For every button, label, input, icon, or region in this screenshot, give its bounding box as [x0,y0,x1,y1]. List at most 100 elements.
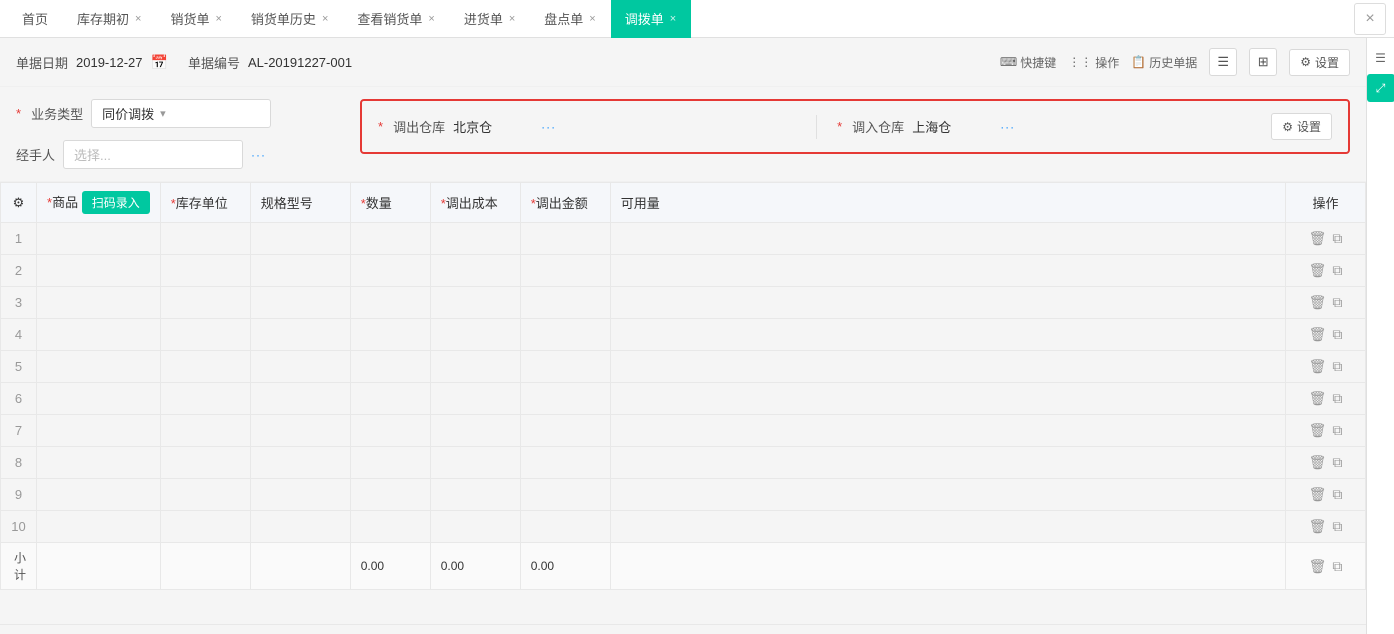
cost-cell[interactable] [430,415,520,447]
spec-cell[interactable] [250,319,350,351]
product-cell[interactable] [37,415,161,447]
copy-row-button[interactable]: ⧉ [1332,230,1342,246]
cost-cell[interactable] [430,319,520,351]
scan-button[interactable]: 扫码录入 [82,191,150,214]
horizontal-scrollbar[interactable] [0,624,1366,634]
unit-cell[interactable] [160,543,250,590]
amount-cell[interactable] [520,255,610,287]
amount-cell[interactable] [520,383,610,415]
product-cell[interactable] [37,511,161,543]
tab-close-sales-history[interactable]: × [322,13,328,25]
amount-cell[interactable] [520,511,610,543]
spec-cell[interactable] [250,287,350,319]
delete-row-button[interactable]: 🗑 [1309,558,1327,574]
tab-purchase-order[interactable]: 进货单 × [450,0,530,38]
cost-cell[interactable] [430,383,520,415]
history-action[interactable]: 📋 历史单据 [1131,54,1197,71]
unit-cell[interactable] [160,383,250,415]
delete-row-button[interactable]: 🗑 [1309,518,1327,534]
unit-cell[interactable] [160,351,250,383]
unit-cell[interactable] [160,511,250,543]
delete-row-button[interactable]: 🗑 [1309,422,1327,438]
qty-cell[interactable] [350,447,430,479]
delete-row-button[interactable]: 🗑 [1309,326,1327,342]
spec-cell[interactable] [250,447,350,479]
handler-select[interactable]: 选择... [63,140,243,169]
out-warehouse-more-icon[interactable]: ··· [541,120,556,134]
tab-inventory-init[interactable]: 库存期初 × [63,0,156,38]
qty-cell[interactable] [350,287,430,319]
tab-close-stocktake[interactable]: × [589,13,595,25]
product-cell[interactable] [37,223,161,255]
copy-row-button[interactable]: ⧉ [1332,294,1342,310]
tab-close-view-sales[interactable]: × [428,13,434,25]
copy-row-button[interactable]: ⧉ [1332,422,1342,438]
product-cell[interactable] [37,479,161,511]
copy-row-button[interactable]: ⧉ [1332,326,1342,342]
tab-close-sales-order[interactable]: × [215,13,221,25]
copy-row-button[interactable]: ⧉ [1332,454,1342,470]
tab-close-purchase-order[interactable]: × [509,13,515,25]
calendar-icon[interactable]: 📅 [151,54,168,71]
in-warehouse-more-icon[interactable]: ··· [1000,120,1015,134]
spec-cell[interactable] [250,383,350,415]
qty-cell[interactable] [350,479,430,511]
delete-row-button[interactable]: 🗑 [1309,390,1327,406]
unit-cell[interactable] [160,287,250,319]
qty-cell[interactable] [350,511,430,543]
tab-view-sales[interactable]: 查看销货单 × [343,0,449,38]
amount-cell[interactable] [520,415,610,447]
qty-cell[interactable] [350,383,430,415]
settings-button[interactable]: ⚙ 设置 [1289,49,1350,76]
shortcuts-action[interactable]: ⌨ 快捷键 [1000,54,1056,71]
cost-cell[interactable] [430,223,520,255]
spec-cell[interactable] [250,351,350,383]
unit-cell[interactable] [160,255,250,287]
unit-cell[interactable] [160,415,250,447]
warehouse-settings-button[interactable]: ⚙ 设置 [1271,113,1332,140]
tab-sales-order[interactable]: 销货单 × [156,0,236,38]
qty-cell[interactable] [350,319,430,351]
cost-cell[interactable] [430,511,520,543]
operations-action[interactable]: ⋮⋮ 操作 [1068,54,1119,71]
window-close-button[interactable]: × [1354,3,1386,35]
delete-row-button[interactable]: 🗑 [1309,454,1327,470]
sidebar-expand-button[interactable]: ⤢ [1367,74,1394,102]
amount-cell[interactable] [520,447,610,479]
amount-cell[interactable] [520,319,610,351]
cost-cell[interactable] [430,479,520,511]
grid-view-button[interactable]: ⊞ [1249,48,1277,76]
cost-cell[interactable]: 0.00 [430,543,520,590]
copy-row-button[interactable]: ⧉ [1332,390,1342,406]
qty-cell[interactable] [350,415,430,447]
unit-cell[interactable] [160,319,250,351]
spec-cell[interactable] [250,415,350,447]
product-cell[interactable] [37,319,161,351]
unit-cell[interactable] [160,479,250,511]
tab-close-transfer[interactable]: × [670,13,676,25]
product-cell[interactable] [37,543,161,590]
unit-cell[interactable] [160,223,250,255]
copy-row-button[interactable]: ⧉ [1332,262,1342,278]
product-cell[interactable] [37,383,161,415]
tab-home[interactable]: 首页 [8,0,63,38]
spec-cell[interactable] [250,543,350,590]
copy-row-button[interactable]: ⧉ [1332,486,1342,502]
delete-row-button[interactable]: 🗑 [1309,358,1327,374]
tab-sales-history[interactable]: 销货单历史 × [237,0,343,38]
amount-cell[interactable] [520,287,610,319]
spec-cell[interactable] [250,223,350,255]
qty-cell[interactable] [350,351,430,383]
unit-cell[interactable] [160,447,250,479]
qty-cell[interactable]: 0.00 [350,543,430,590]
cost-cell[interactable] [430,287,520,319]
qty-cell[interactable] [350,223,430,255]
spec-cell[interactable] [250,255,350,287]
list-view-button[interactable]: ☰ [1209,48,1237,76]
delete-row-button[interactable]: 🗑 [1309,486,1327,502]
delete-row-button[interactable]: 🗑 [1309,230,1327,246]
cost-cell[interactable] [430,255,520,287]
spec-cell[interactable] [250,479,350,511]
tab-transfer[interactable]: 调拨单 × [611,0,691,38]
copy-row-button[interactable]: ⧉ [1332,358,1342,374]
